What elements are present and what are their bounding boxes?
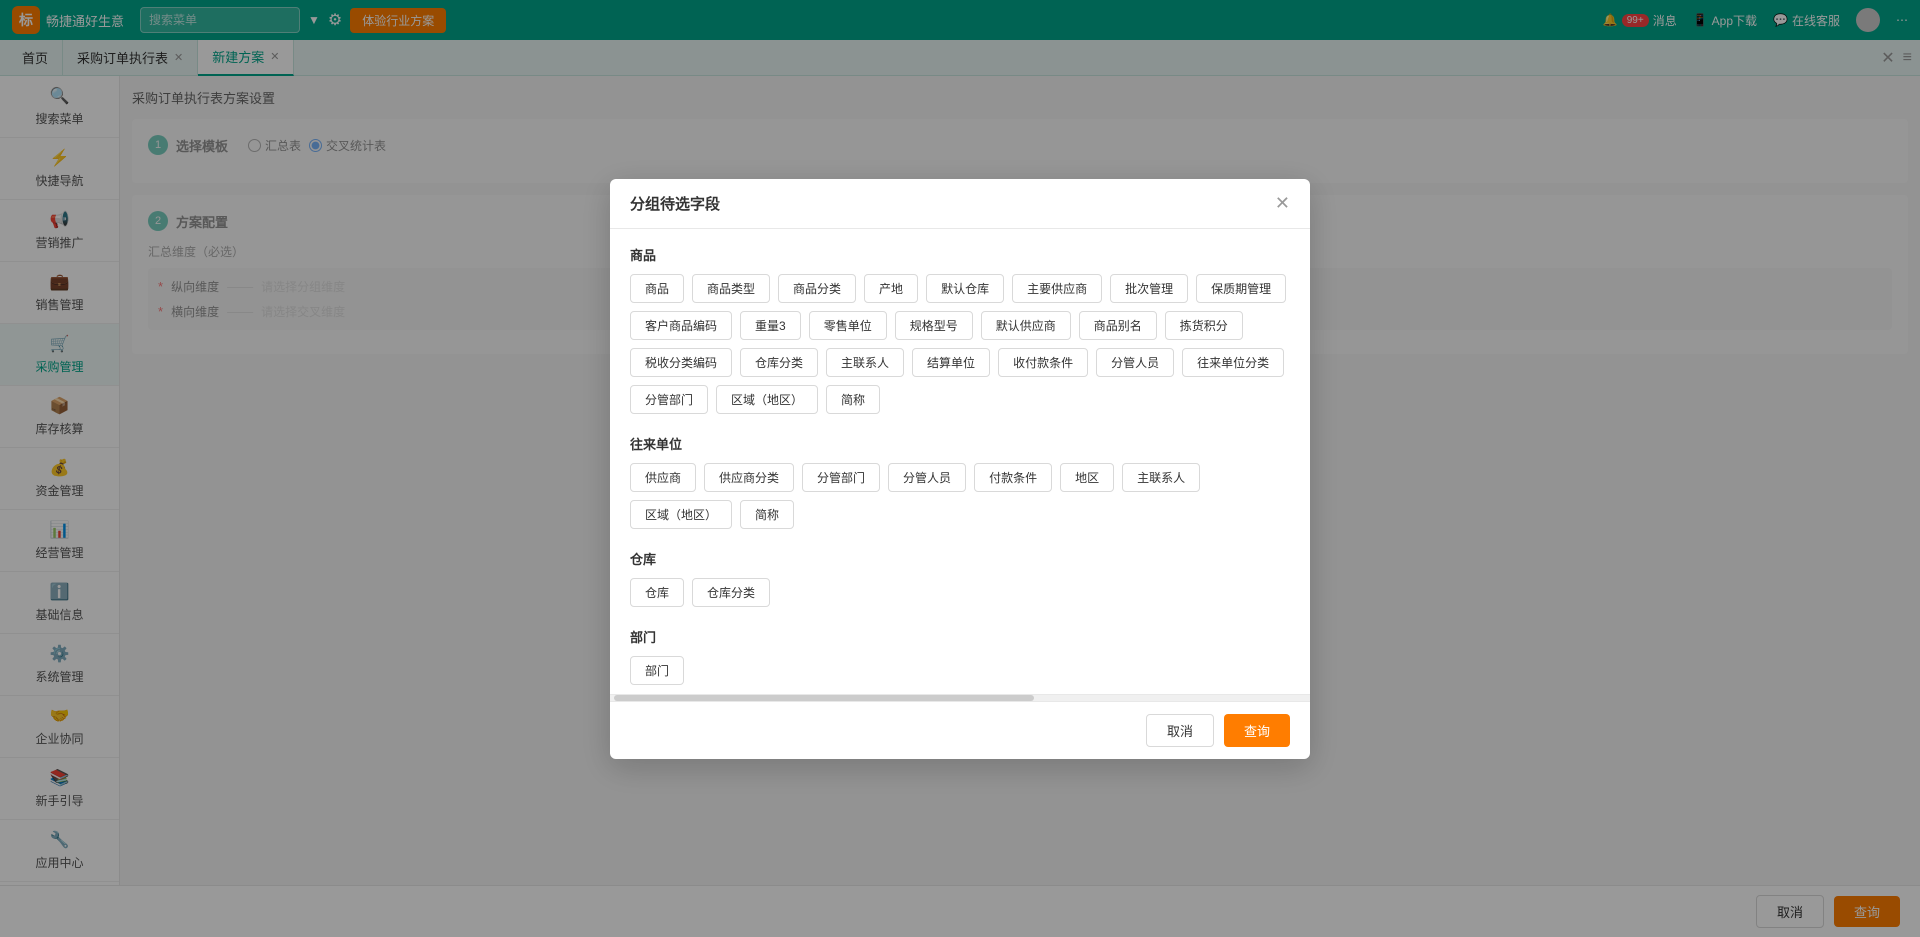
modal-close-button[interactable]: ✕ — [1275, 193, 1290, 214]
field-tag-warehouse-cat[interactable]: 仓库分类 — [692, 578, 770, 607]
field-tag-retail-unit[interactable]: 零售单位 — [809, 311, 887, 340]
field-tag-manager[interactable]: 分管人员 — [1096, 348, 1174, 377]
modal-footer: 取消 查询 — [610, 701, 1310, 759]
modal-hscroll-thumb — [614, 695, 1034, 701]
field-tag-partner-payment[interactable]: 付款条件 — [974, 463, 1052, 492]
field-tag-partner-manager[interactable]: 分管人员 — [888, 463, 966, 492]
section-goods: 商品 商品 商品类型 商品分类 产地 默认仓库 主要供应商 批次管理 保质期管理… — [630, 245, 1290, 414]
field-tag-weight3[interactable]: 重量3 — [740, 311, 801, 340]
field-tag-spec-model[interactable]: 规格型号 — [895, 311, 973, 340]
field-tag-batch-mgmt[interactable]: 批次管理 — [1110, 274, 1188, 303]
field-tag-pick-score[interactable]: 拣货积分 — [1165, 311, 1243, 340]
field-tag-partner-region[interactable]: 地区 — [1060, 463, 1114, 492]
modal-confirm-button[interactable]: 查询 — [1224, 714, 1290, 747]
field-tag-goods-type[interactable]: 商品类型 — [692, 274, 770, 303]
field-tag-partner-area[interactable]: 区域（地区） — [630, 500, 732, 529]
field-tag-partner-category[interactable]: 往来单位分类 — [1182, 348, 1284, 377]
modal-body[interactable]: 商品 商品 商品类型 商品分类 产地 默认仓库 主要供应商 批次管理 保质期管理… — [610, 229, 1310, 694]
field-tag-goods-alias[interactable]: 商品别名 — [1079, 311, 1157, 340]
field-tag-origin[interactable]: 产地 — [864, 274, 918, 303]
section-partner: 往来单位 供应商 供应商分类 分管部门 分管人员 付款条件 地区 主联系人 区域… — [630, 434, 1290, 529]
field-tag-goods[interactable]: 商品 — [630, 274, 684, 303]
field-tag-tax-code[interactable]: 税收分类编码 — [630, 348, 732, 377]
modal-header: 分组待选字段 ✕ — [610, 179, 1310, 229]
section-department-title: 部门 — [630, 627, 1290, 646]
modal-cancel-button[interactable]: 取消 — [1146, 714, 1214, 747]
field-tag-customer-code[interactable]: 客户商品编码 — [630, 311, 732, 340]
field-tag-goods-category[interactable]: 商品分类 — [778, 274, 856, 303]
modal-horizontal-scrollbar[interactable] — [610, 694, 1310, 701]
field-tag-short-name[interactable]: 简称 — [826, 385, 880, 414]
field-tag-default-warehouse[interactable]: 默认仓库 — [926, 274, 1004, 303]
section-department-fields: 部门 — [630, 656, 1290, 685]
field-tag-supplier[interactable]: 供应商 — [630, 463, 696, 492]
section-partner-title: 往来单位 — [630, 434, 1290, 453]
section-warehouse-fields: 仓库 仓库分类 — [630, 578, 1290, 607]
section-partner-fields: 供应商 供应商分类 分管部门 分管人员 付款条件 地区 主联系人 区域（地区） … — [630, 463, 1290, 529]
field-tag-settlement-unit[interactable]: 结算单位 — [912, 348, 990, 377]
section-goods-title: 商品 — [630, 245, 1290, 264]
field-tag-warehouse-category[interactable]: 仓库分类 — [740, 348, 818, 377]
field-tag-shelf-life[interactable]: 保质期管理 — [1196, 274, 1286, 303]
field-tag-supplier-category[interactable]: 供应商分类 — [704, 463, 794, 492]
modal-overlay: 分组待选字段 ✕ 商品 商品 商品类型 商品分类 产地 默认仓库 主要供应商 批… — [0, 0, 1920, 937]
section-goods-fields: 商品 商品类型 商品分类 产地 默认仓库 主要供应商 批次管理 保质期管理 客户… — [630, 274, 1290, 414]
field-tag-dept[interactable]: 分管部门 — [630, 385, 708, 414]
field-tag-warehouse[interactable]: 仓库 — [630, 578, 684, 607]
field-tag-payment-terms[interactable]: 收付款条件 — [998, 348, 1088, 377]
field-tag-default-supplier[interactable]: 默认供应商 — [981, 311, 1071, 340]
field-tag-partner-dept[interactable]: 分管部门 — [802, 463, 880, 492]
field-tag-main-supplier[interactable]: 主要供应商 — [1012, 274, 1102, 303]
section-warehouse: 仓库 仓库 仓库分类 — [630, 549, 1290, 607]
field-tag-department[interactable]: 部门 — [630, 656, 684, 685]
field-tag-main-contact[interactable]: 主联系人 — [826, 348, 904, 377]
section-warehouse-title: 仓库 — [630, 549, 1290, 568]
field-tag-partner-short[interactable]: 简称 — [740, 500, 794, 529]
field-tag-region[interactable]: 区域（地区） — [716, 385, 818, 414]
field-tag-partner-contact[interactable]: 主联系人 — [1122, 463, 1200, 492]
field-select-modal: 分组待选字段 ✕ 商品 商品 商品类型 商品分类 产地 默认仓库 主要供应商 批… — [610, 179, 1310, 759]
modal-title: 分组待选字段 — [630, 193, 720, 214]
section-department: 部门 部门 — [630, 627, 1290, 685]
